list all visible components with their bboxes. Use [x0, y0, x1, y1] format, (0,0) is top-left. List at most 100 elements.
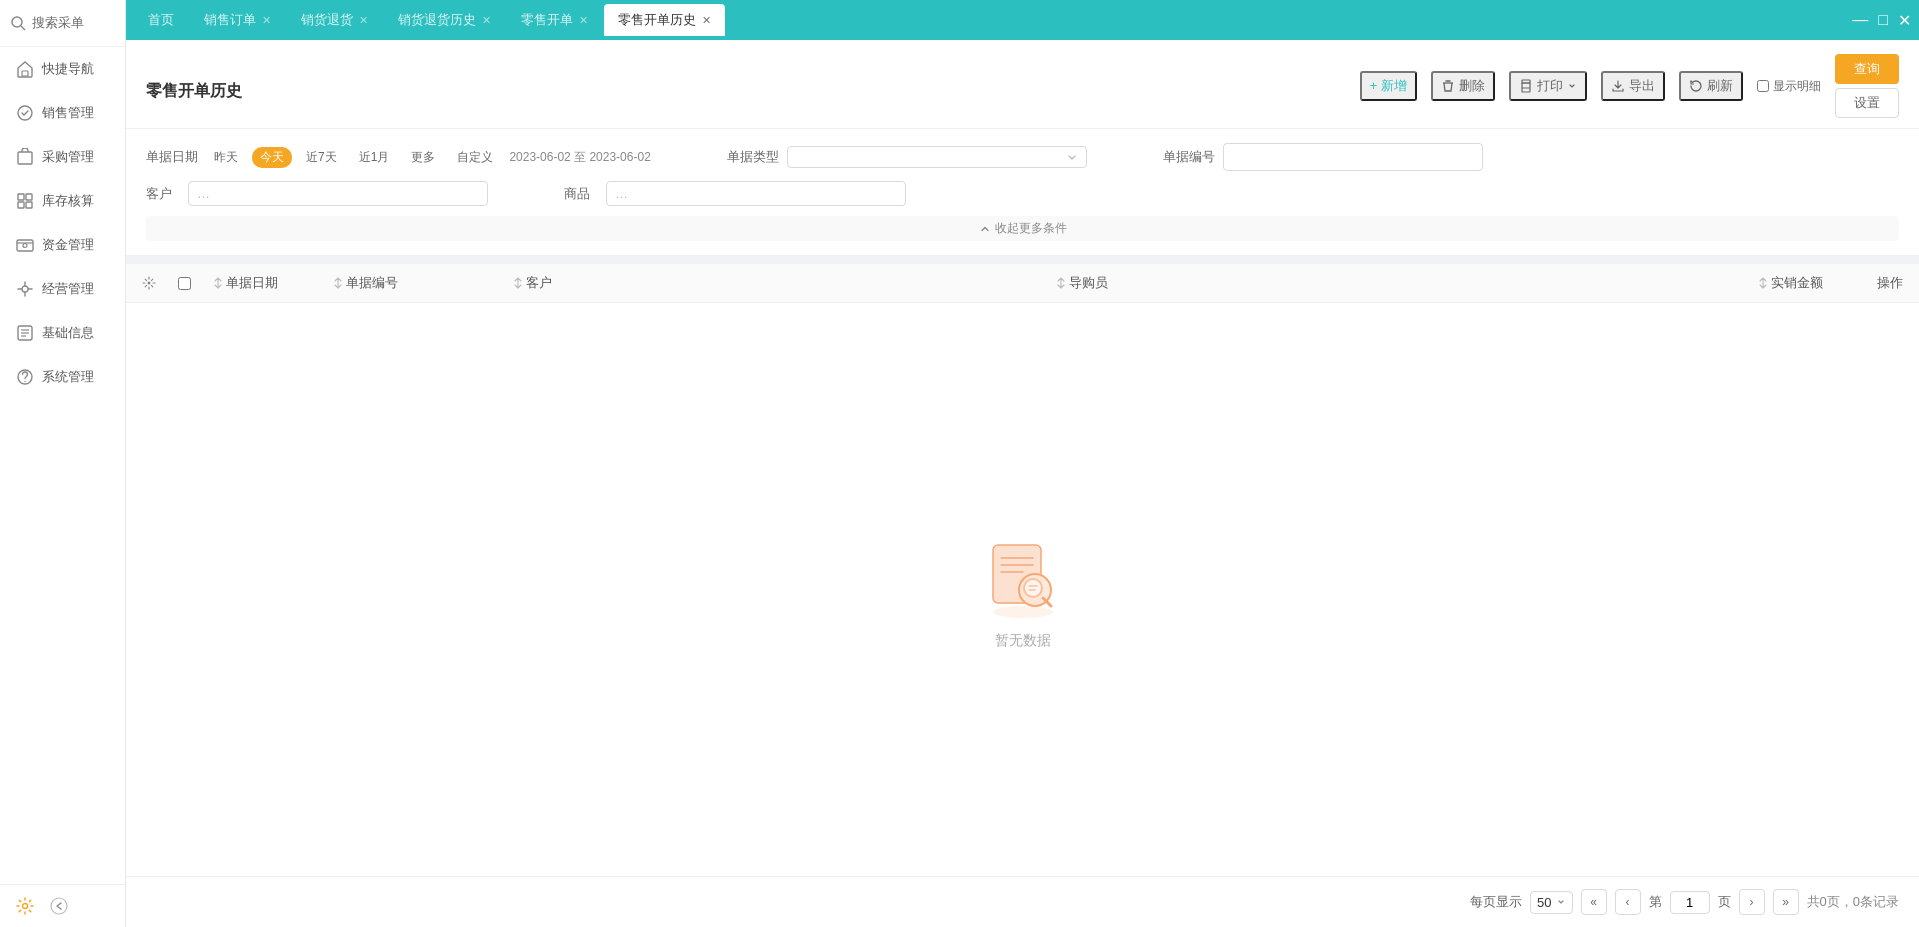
refresh-button[interactable]: 刷新: [1679, 71, 1743, 101]
sidebar-item-system-mgmt[interactable]: 系统管理: [0, 355, 125, 399]
purchase-icon: [16, 148, 34, 166]
sidebar-item-operation[interactable]: 经营管理: [0, 267, 125, 311]
sidebar-item-quick-nav-label: 快捷导航: [42, 60, 94, 78]
date-more[interactable]: 更多: [403, 147, 443, 168]
sidebar-item-finance[interactable]: 资金管理: [0, 223, 125, 267]
arrow-left-icon: [50, 897, 68, 915]
type-select[interactable]: [787, 146, 1087, 168]
sidebar-item-inventory[interactable]: 库存核算: [0, 179, 125, 223]
svg-point-32: [1024, 579, 1042, 597]
th-customer[interactable]: 客户: [506, 264, 1049, 302]
th-amount[interactable]: 实销金额: [1711, 264, 1831, 302]
inventory-icon: [16, 192, 34, 210]
export-icon: [1611, 79, 1625, 93]
date-7days[interactable]: 近7天: [298, 147, 345, 168]
print-dropdown-icon: [1567, 81, 1577, 91]
sidebar-item-sales-mgmt[interactable]: 销售管理: [0, 91, 125, 135]
print-button[interactable]: 打印: [1509, 71, 1587, 101]
delete-label: 删除: [1459, 77, 1485, 95]
num-input[interactable]: [1223, 143, 1483, 171]
tab-sales-return-history[interactable]: 销货退货历史 ✕: [384, 4, 505, 36]
tab-retail-open-history-close[interactable]: ✕: [702, 14, 711, 27]
customer-label: 客户: [146, 185, 172, 203]
date-today[interactable]: 今天: [252, 147, 292, 168]
th-checkbox[interactable]: [170, 267, 206, 300]
empty-text: 暂无数据: [995, 632, 1051, 650]
sidebar-item-basic-info[interactable]: 基础信息: [0, 311, 125, 355]
th-num[interactable]: 单据编号: [326, 264, 506, 302]
svg-rect-2: [22, 71, 28, 76]
page-number-input[interactable]: [1670, 891, 1710, 914]
type-field: 单据类型: [727, 146, 1087, 168]
svg-rect-21: [1522, 88, 1530, 92]
tab-retail-open-label: 零售开单: [521, 11, 573, 29]
page-next-button[interactable]: ›: [1739, 889, 1765, 915]
tab-sales-return-close[interactable]: ✕: [359, 14, 368, 27]
settings-bottom-icon[interactable]: [16, 897, 34, 915]
window-close-icon[interactable]: ✕: [1898, 11, 1911, 30]
collapse-button[interactable]: 收起更多条件: [146, 216, 1899, 241]
date-yesterday[interactable]: 昨天: [206, 147, 246, 168]
tab-sales-return-history-close[interactable]: ✕: [482, 14, 491, 27]
page-prev-button[interactable]: ‹: [1615, 889, 1641, 915]
page-size-select[interactable]: 50: [1530, 891, 1572, 914]
tab-sales-order[interactable]: 销售订单 ✕: [190, 4, 285, 36]
svg-line-1: [21, 26, 25, 30]
display-detail-checkbox[interactable]: 显示明细: [1757, 78, 1821, 95]
customer-select[interactable]: …: [188, 181, 488, 206]
search-icon: [10, 15, 26, 31]
tab-bar-right: — □ ✕: [1852, 11, 1911, 30]
svg-point-24: [993, 606, 1053, 618]
th-date[interactable]: 单据日期: [206, 264, 326, 302]
query-button[interactable]: 查询: [1835, 54, 1899, 84]
tab-home[interactable]: 首页: [134, 4, 188, 36]
tab-sales-return-history-label: 销货退货历史: [398, 11, 476, 29]
th-guide[interactable]: 导购员: [1049, 264, 1169, 302]
tab-sales-order-close[interactable]: ✕: [262, 14, 271, 27]
pagination: 每页显示 50 « ‹ 第 页 › » 共0页，0条记录: [126, 876, 1919, 927]
sort-icon-customer: [514, 277, 522, 289]
page-header: 零售开单历史 + 新增 删除 打: [126, 40, 1919, 129]
svg-rect-22: [1522, 80, 1530, 83]
sidebar-menu: 快捷导航 销售管理 采购管理 库存核算: [0, 47, 125, 884]
tab-retail-open-history[interactable]: 零售开单历史 ✕: [604, 4, 725, 36]
table-container: 单据日期 单据编号 客户: [126, 264, 1919, 927]
empty-state: 暂无数据: [126, 303, 1919, 876]
empty-illustration: [973, 530, 1073, 620]
home-icon: [16, 60, 34, 78]
search-row-1: 单据日期 昨天 今天 近7天 近1月 更多 自定义 2023-06-02 至 2…: [146, 143, 1899, 171]
window-minimize-icon[interactable]: —: [1852, 11, 1868, 30]
search-panel: 单据日期 昨天 今天 近7天 近1月 更多 自定义 2023-06-02 至 2…: [126, 129, 1919, 256]
sidebar-item-purchase-mgmt[interactable]: 采购管理: [0, 135, 125, 179]
new-button[interactable]: + 新增: [1360, 71, 1417, 101]
sidebar-search[interactable]: 搜索采单: [0, 0, 125, 47]
display-detail-input[interactable]: [1757, 80, 1769, 92]
delete-button[interactable]: 删除: [1431, 71, 1495, 101]
page-last-button[interactable]: »: [1773, 889, 1799, 915]
svg-rect-6: [26, 194, 32, 200]
tab-sales-return[interactable]: 销货退货 ✕: [287, 4, 382, 36]
no-data-svg: [973, 530, 1073, 620]
date-custom[interactable]: 自定义: [449, 147, 501, 168]
collapse-sidebar-icon[interactable]: [50, 897, 68, 915]
tab-bar: 首页 销售订单 ✕ 销货退货 ✕ 销货退货历史 ✕ 零售开单 ✕ 零售开单历史 …: [126, 0, 1919, 40]
settings-button[interactable]: 设置: [1835, 88, 1899, 118]
print-icon: [1519, 79, 1533, 93]
svg-rect-4: [18, 152, 32, 164]
tab-retail-open[interactable]: 零售开单 ✕: [507, 4, 602, 36]
goods-select[interactable]: …: [606, 181, 906, 206]
sidebar-item-quick-nav[interactable]: 快捷导航: [0, 47, 125, 91]
window-maximize-icon[interactable]: □: [1878, 11, 1888, 30]
export-button[interactable]: 导出: [1601, 71, 1665, 101]
tab-retail-open-close[interactable]: ✕: [579, 14, 588, 27]
page-total: 共0页，0条记录: [1807, 893, 1899, 911]
svg-point-3: [18, 106, 32, 120]
th-settings[interactable]: [134, 266, 170, 300]
th-amount-label: 实销金额: [1771, 274, 1823, 292]
delete-icon: [1441, 79, 1455, 93]
date-1month[interactable]: 近1月: [351, 147, 398, 168]
sidebar-item-finance-label: 资金管理: [42, 236, 94, 254]
select-all-checkbox[interactable]: [178, 277, 191, 290]
th-action: 操作: [1831, 264, 1911, 302]
page-first-button[interactable]: «: [1581, 889, 1607, 915]
